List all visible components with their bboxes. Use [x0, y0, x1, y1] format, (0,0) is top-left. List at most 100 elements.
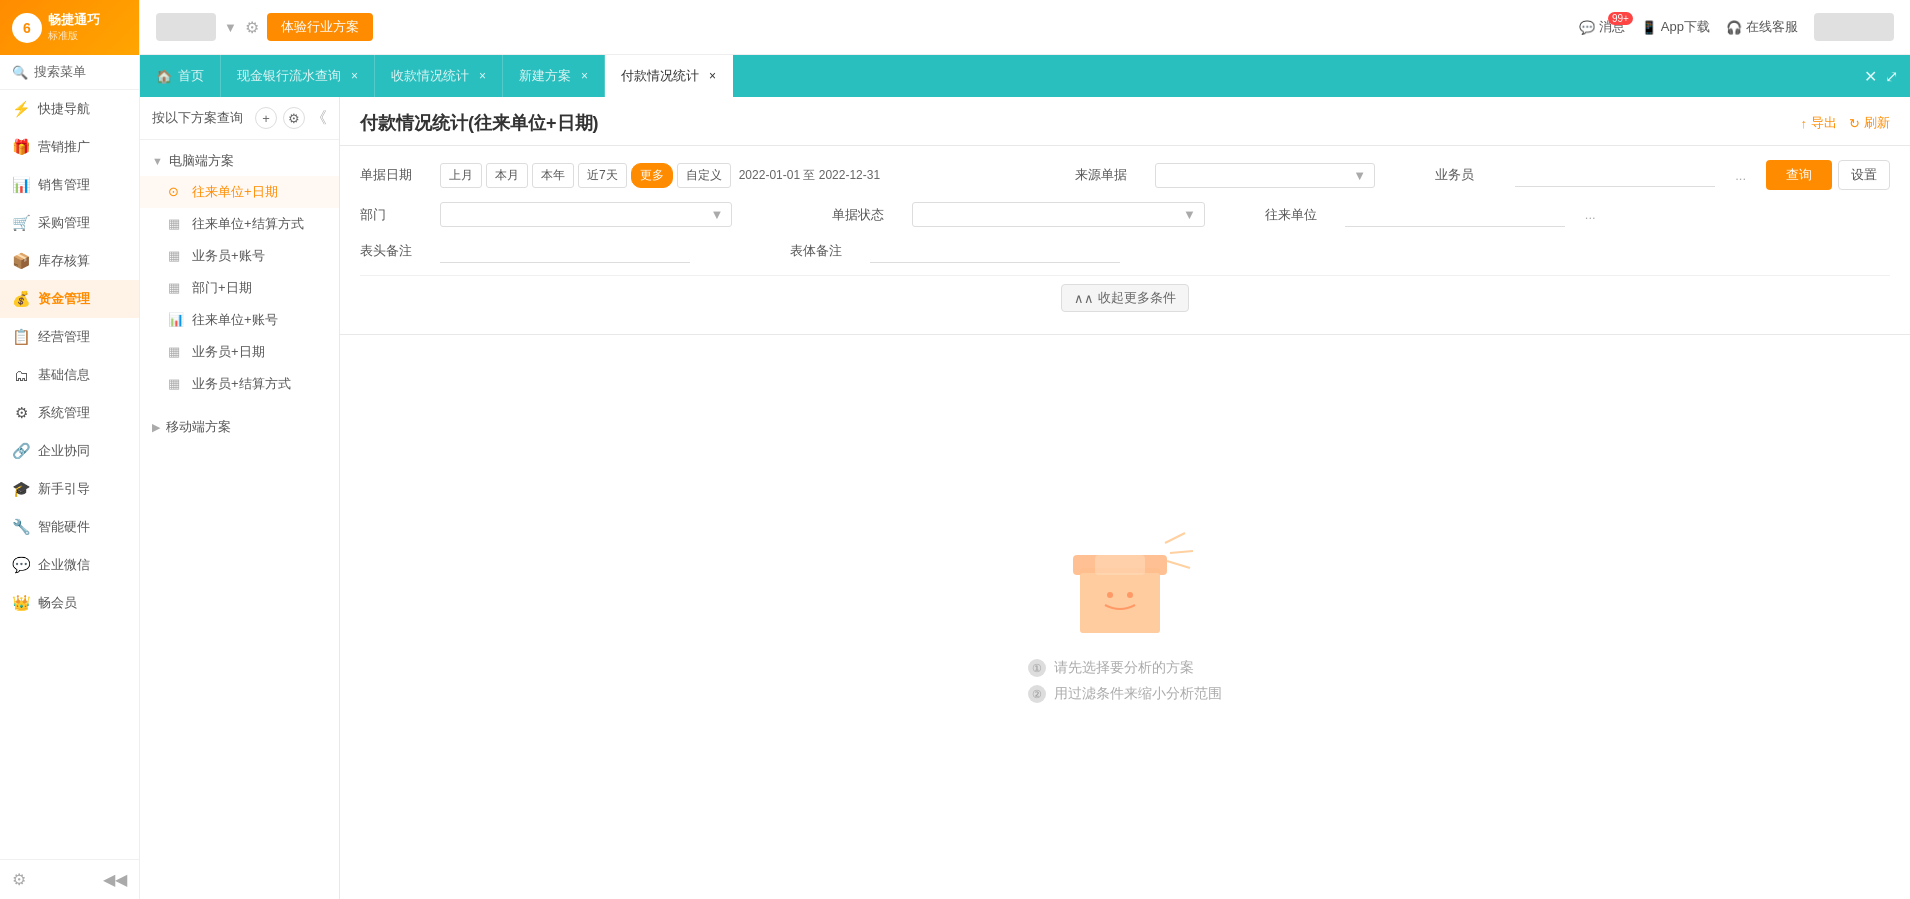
empty-illustration — [1055, 523, 1195, 643]
topbar-right: 💬 消息 99+ 📱 App下载 🎧 在线客服 — [1579, 13, 1894, 41]
sidebar-item-purchase[interactable]: 🛒 采购管理 — [0, 204, 139, 242]
tab-collection-close[interactable]: × — [479, 69, 486, 83]
tab-bank-close[interactable]: × — [351, 69, 358, 83]
topbar-gear-icon[interactable]: ⚙ — [245, 18, 259, 37]
tab-new-scheme-close[interactable]: × — [581, 69, 588, 83]
tab-payment-close[interactable]: × — [709, 69, 716, 83]
scheme-mobile-header[interactable]: ▶ 移动端方案 — [140, 412, 339, 442]
tab-bank[interactable]: 现金银行流水查询 × — [221, 55, 375, 97]
counterpart-label: 往来单位 — [1265, 206, 1325, 224]
mobile-arrow-icon: ▶ — [152, 421, 160, 434]
date-btn-last-month[interactable]: 上月 — [440, 163, 482, 188]
app-download-btn[interactable]: 📱 App下载 — [1641, 18, 1710, 36]
tab-new-scheme[interactable]: 新建方案 × — [503, 55, 605, 97]
bill-status-select[interactable]: ▼ — [912, 202, 1204, 227]
scheme-item-counterpart-settlement[interactable]: ▦ 往来单位+结算方式 — [140, 208, 339, 240]
main-body: ① 请先选择要分析的方案 ② 用过滤条件来缩小分析范围 — [340, 335, 1910, 899]
refresh-btn[interactable]: ↻ 刷新 — [1849, 114, 1890, 132]
sidebar-item-guide[interactable]: 🎓 新手引导 — [0, 470, 139, 508]
purchase-icon: 🛒 — [12, 214, 30, 232]
marketing-icon: 🎁 — [12, 138, 30, 156]
sidebar-item-finance[interactable]: 💰 资金管理 — [0, 280, 139, 318]
search-menu[interactable]: 🔍 搜索菜单 — [0, 55, 139, 90]
sidebar-item-inventory[interactable]: 📦 库存核算 — [0, 242, 139, 280]
footer-collapse-icon[interactable]: ◀◀ — [103, 870, 127, 889]
collapse-btn[interactable]: ∧∧ 收起更多条件 — [1061, 284, 1189, 312]
online-service-btn[interactable]: 🎧 在线客服 — [1726, 18, 1798, 36]
scheme-item-staff-account[interactable]: ▦ 业务员+账号 — [140, 240, 339, 272]
sidebar-item-wechat[interactable]: 💬 企业微信 — [0, 546, 139, 584]
tab-collection[interactable]: 收款情况统计 × — [375, 55, 503, 97]
dropdown-arrow-icon[interactable]: ▼ — [224, 20, 237, 35]
topbar: ▼ ⚙ 体验行业方案 💬 消息 99+ 📱 App下载 🎧 在线客服 — [140, 0, 1910, 55]
home-icon: 🏠 — [156, 69, 172, 84]
search-label: 搜索菜单 — [34, 63, 86, 81]
date-btn-7days[interactable]: 近7天 — [578, 163, 627, 188]
scheme-item-dept-date[interactable]: ▦ 部门+日期 — [140, 272, 339, 304]
sidebar-header: 6 畅捷通巧 标准版 — [0, 0, 139, 55]
counterpart-ellipsis[interactable]: ... — [1585, 207, 1596, 222]
desktop-arrow-icon: ▼ — [152, 155, 163, 167]
sidebar-item-system[interactable]: ⚙ 系统管理 — [0, 394, 139, 432]
sidebar-item-member[interactable]: 👑 畅会员 — [0, 584, 139, 622]
source-select[interactable]: ▼ — [1155, 163, 1375, 188]
scheme-collapse-btn[interactable]: 《 — [311, 108, 327, 129]
tabbar: 🏠 首页 现金银行流水查询 × 收款情况统计 × 新建方案 × 付款情况统计 ×… — [140, 55, 1910, 97]
scheme-item-counterpart-account[interactable]: 📊 往来单位+账号 — [140, 304, 339, 336]
filter-actions-right: 查询 设置 — [1766, 160, 1890, 190]
page-title: 付款情况统计(往来单位+日期) — [360, 111, 599, 135]
tab-home[interactable]: 🏠 首页 — [140, 55, 221, 97]
wechat-icon: 💬 — [12, 556, 30, 574]
message-btn[interactable]: 💬 消息 99+ — [1579, 18, 1625, 36]
export-btn[interactable]: ↑ 导出 — [1801, 114, 1838, 132]
settings-btn[interactable]: 设置 — [1838, 160, 1890, 190]
staff-ellipsis[interactable]: ... — [1735, 168, 1746, 183]
search-icon: 🔍 — [12, 65, 28, 80]
export-icon: ↑ — [1801, 116, 1808, 131]
expand-window-icon[interactable]: ⤢ — [1885, 67, 1898, 86]
query-btn[interactable]: 查询 — [1766, 160, 1832, 190]
sidebar-item-marketing[interactable]: 🎁 营销推广 — [0, 128, 139, 166]
scheme-item-counterpart-date[interactable]: ⊙ 往来单位+日期 — [140, 176, 339, 208]
filter-row-2: 部门 ▼ 单据状态 ▼ 往来单位 ... — [360, 202, 1890, 227]
sidebar-item-sales[interactable]: 📊 销售管理 — [0, 166, 139, 204]
table-body-note-input[interactable] — [870, 239, 1120, 263]
scheme-desktop-header[interactable]: ▼ 电脑端方案 — [140, 146, 339, 176]
dept-select[interactable]: ▼ — [440, 202, 732, 227]
footer-settings-icon[interactable]: ⚙ — [12, 870, 26, 889]
staff-date-icon: ▦ — [168, 344, 184, 360]
topbar-left: ▼ ⚙ 体验行业方案 — [156, 13, 1569, 41]
staff-input[interactable] — [1515, 163, 1715, 187]
date-range-display: 2022-01-01 至 2022-12-31 — [739, 167, 880, 184]
scheme-panel-header: 按以下方案查询 + ⚙ 《 — [140, 97, 339, 140]
trial-btn[interactable]: 体验行业方案 — [267, 13, 373, 41]
date-btn-this-year[interactable]: 本年 — [532, 163, 574, 188]
sidebar-item-basic[interactable]: 🗂 基础信息 — [0, 356, 139, 394]
bill-status-arrow-icon: ▼ — [1183, 207, 1196, 222]
svg-line-5 — [1170, 551, 1193, 553]
filter-row-3: 表头备注 表体备注 — [360, 239, 1890, 263]
table-header-note-input[interactable] — [440, 239, 690, 263]
page-header-actions: ↑ 导出 ↻ 刷新 — [1801, 114, 1891, 132]
sidebar-item-enterprise[interactable]: 🔗 企业协同 — [0, 432, 139, 470]
user-avatar[interactable] — [1814, 13, 1894, 41]
scheme-add-btn[interactable]: + — [255, 107, 277, 129]
close-window-icon[interactable]: ✕ — [1864, 67, 1877, 86]
svg-point-8 — [1127, 592, 1133, 598]
sales-icon: 📊 — [12, 176, 30, 194]
date-btn-this-month[interactable]: 本月 — [486, 163, 528, 188]
sidebar-item-hardware[interactable]: 🔧 智能硬件 — [0, 508, 139, 546]
date-btn-more[interactable]: 更多 — [631, 163, 673, 188]
source-label: 来源单据 — [1075, 166, 1135, 184]
counterpart-input[interactable] — [1345, 203, 1565, 227]
scheme-item-staff-date[interactable]: ▦ 业务员+日期 — [140, 336, 339, 368]
tab-payment[interactable]: 付款情况统计 × — [605, 55, 733, 97]
scheme-settings-btn[interactable]: ⚙ — [283, 107, 305, 129]
sidebar-item-operation[interactable]: 📋 经营管理 — [0, 318, 139, 356]
sidebar-item-quick-nav[interactable]: ⚡ 快捷导航 — [0, 90, 139, 128]
date-btn-custom[interactable]: 自定义 — [677, 163, 731, 188]
bill-date-label: 单据日期 — [360, 166, 420, 184]
filter-row-1: 单据日期 上月 本月 本年 近7天 更多 自定义 2022-01-01 至 20… — [360, 160, 1890, 190]
scheme-item-staff-settlement[interactable]: ▦ 业务员+结算方式 — [140, 368, 339, 400]
inventory-icon: 📦 — [12, 252, 30, 270]
